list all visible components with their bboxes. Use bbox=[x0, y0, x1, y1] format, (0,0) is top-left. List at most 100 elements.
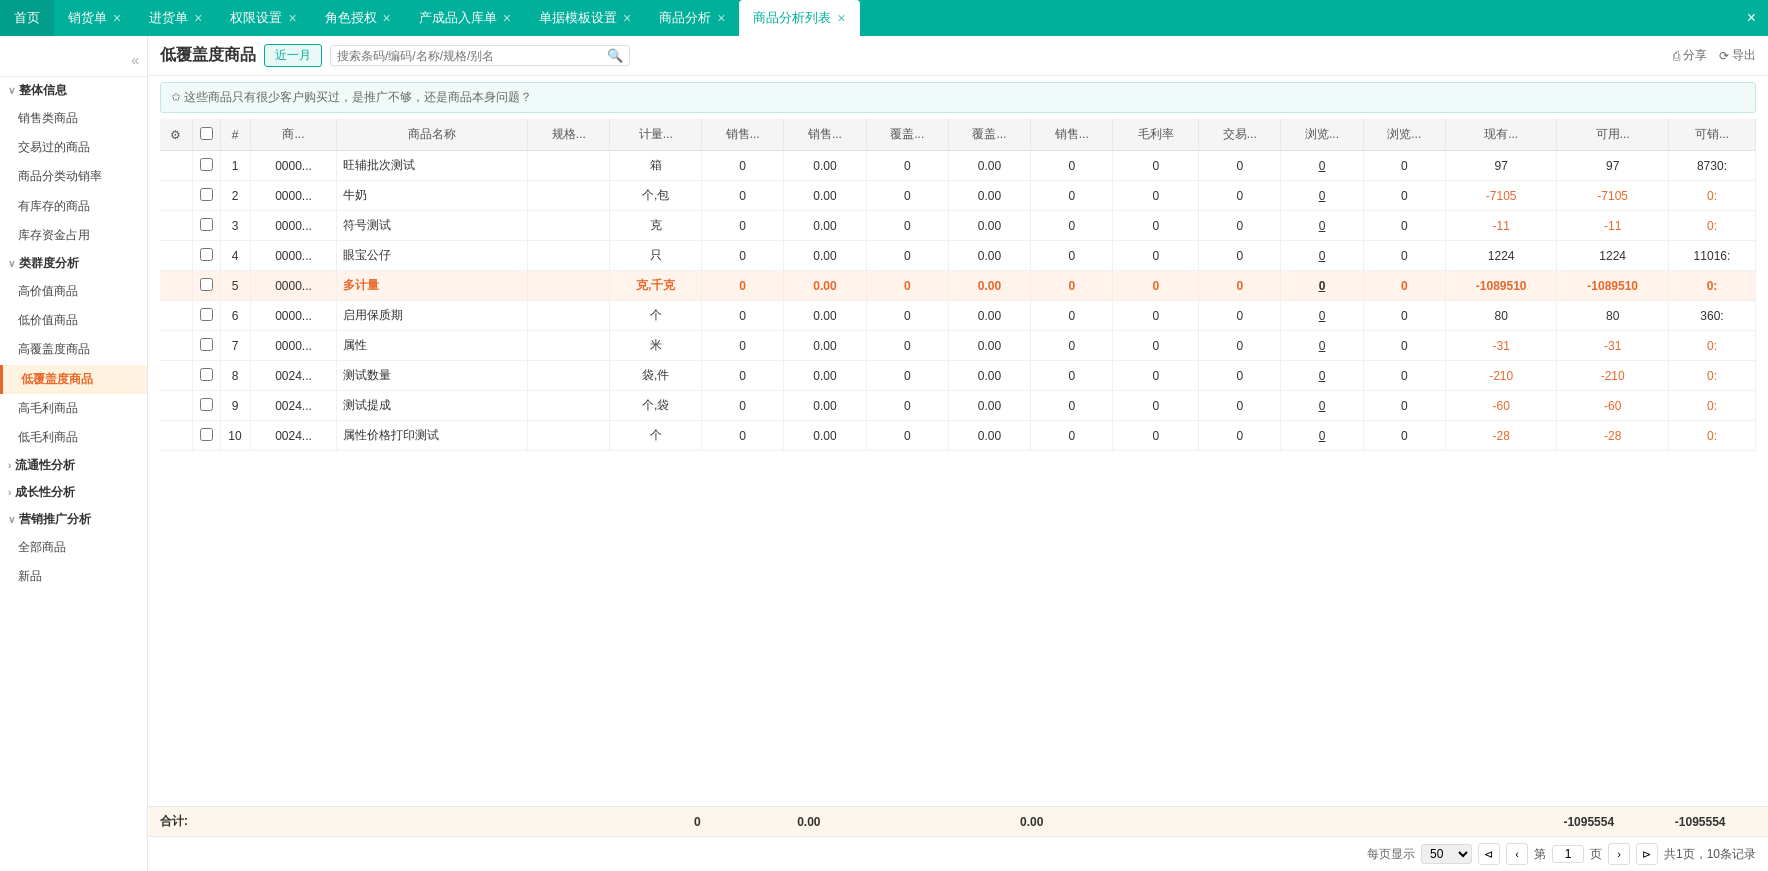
sidebar-section-overall[interactable]: ∨ 整体信息 bbox=[0, 77, 147, 104]
cell-sales3: 0 bbox=[1031, 271, 1113, 301]
cell-gross-margin: 0 bbox=[1113, 151, 1199, 181]
cell-browse1[interactable]: 0 bbox=[1281, 421, 1363, 451]
sidebar-item-high-value[interactable]: 高价值商品 bbox=[0, 277, 147, 306]
footer-empty5 bbox=[865, 815, 976, 829]
period-button[interactable]: 近一月 bbox=[264, 44, 322, 67]
nav-template-settings[interactable]: 单据模板设置 × bbox=[525, 0, 645, 36]
next-page-button[interactable]: › bbox=[1608, 843, 1630, 865]
nav-product-analysis[interactable]: 商品分析 × bbox=[645, 0, 739, 36]
nav-close-product-entry[interactable]: × bbox=[503, 0, 511, 36]
export-icon: ⟳ bbox=[1719, 49, 1729, 63]
cell-browse1[interactable]: 0 bbox=[1281, 271, 1363, 301]
cell-browse1[interactable]: 0 bbox=[1281, 241, 1363, 271]
data-table: ⚙ # 商... 商品名称 规格... 计量... 销售... 销售... 覆盖… bbox=[160, 119, 1756, 451]
cell-code: 0000... bbox=[250, 211, 337, 241]
content-header: 低覆盖度商品 近一月 🔍 ⎙ 分享 ⟳ 导出 bbox=[148, 36, 1768, 76]
column-sales-amount: 销售... bbox=[784, 119, 866, 151]
nav-product-entry[interactable]: 产成品入库单 × bbox=[405, 0, 525, 36]
sidebar-collapse-button[interactable]: « bbox=[0, 44, 147, 77]
sidebar-item-category-rate[interactable]: 商品分类动销率 bbox=[0, 162, 147, 191]
first-page-button[interactable]: ⊲ bbox=[1478, 843, 1500, 865]
sidebar-item-low-value[interactable]: 低价值商品 bbox=[0, 306, 147, 335]
sidebar-item-traded-goods[interactable]: 交易过的商品 bbox=[0, 133, 147, 162]
row-checkbox[interactable] bbox=[200, 188, 213, 201]
nav-purchase-order[interactable]: 进货单 × bbox=[135, 0, 216, 36]
column-name: 商品名称 bbox=[337, 119, 528, 151]
nav-close-product-analysis-list[interactable]: × bbox=[837, 0, 845, 36]
section-arrow-cluster: ∨ bbox=[8, 258, 15, 269]
nav-close-role-auth[interactable]: × bbox=[383, 0, 391, 36]
cell-sales-amount: 0.00 bbox=[784, 271, 866, 301]
sidebar-section-marketing[interactable]: ∨ 营销推广分析 bbox=[0, 506, 147, 533]
prev-page-button[interactable]: ‹ bbox=[1506, 843, 1528, 865]
sidebar-section-liquidity[interactable]: › 流通性分析 bbox=[0, 452, 147, 479]
nav-close-sales-order[interactable]: × bbox=[113, 0, 121, 36]
cell-spec bbox=[528, 421, 610, 451]
cell-sales-amount: 0.00 bbox=[784, 211, 866, 241]
share-button[interactable]: ⎙ 分享 bbox=[1673, 47, 1707, 64]
cell-available: -11 bbox=[1557, 211, 1669, 241]
cell-browse1[interactable]: 0 bbox=[1281, 391, 1363, 421]
cell-checkbox bbox=[192, 331, 220, 361]
row-checkbox[interactable] bbox=[200, 428, 213, 441]
sidebar-item-capital-usage[interactable]: 库存资金占用 bbox=[0, 221, 147, 250]
cell-browse1[interactable]: 0 bbox=[1281, 151, 1363, 181]
row-checkbox[interactable] bbox=[200, 368, 213, 381]
search-input[interactable] bbox=[337, 49, 607, 63]
cell-sellable: 0: bbox=[1668, 361, 1755, 391]
row-checkbox[interactable] bbox=[200, 338, 213, 351]
row-checkbox[interactable] bbox=[200, 158, 213, 171]
window-close-button[interactable]: × bbox=[1747, 9, 1768, 27]
cell-num: 9 bbox=[220, 391, 250, 421]
cell-browse1[interactable]: 0 bbox=[1281, 301, 1363, 331]
page-size-select[interactable]: 50 10 20 100 bbox=[1421, 844, 1472, 864]
last-page-button[interactable]: ⊳ bbox=[1636, 843, 1658, 865]
select-all-checkbox[interactable] bbox=[200, 127, 213, 140]
sidebar-item-high-coverage[interactable]: 高覆盖度商品 bbox=[0, 335, 147, 364]
nav-role-auth[interactable]: 角色授权 × bbox=[311, 0, 405, 36]
column-num: # bbox=[220, 119, 250, 151]
nav-sales-order[interactable]: 销货单 × bbox=[54, 0, 135, 36]
cell-browse2: 0 bbox=[1363, 361, 1445, 391]
sidebar-section-cluster[interactable]: ∨ 类群度分析 bbox=[0, 250, 147, 277]
cell-name: 眼宝公仔 bbox=[337, 241, 528, 271]
nav-close-template-settings[interactable]: × bbox=[623, 0, 631, 36]
column-settings[interactable]: ⚙ bbox=[160, 119, 192, 151]
sidebar-item-high-margin[interactable]: 高毛利商品 bbox=[0, 394, 147, 423]
nav-close-permission[interactable]: × bbox=[288, 0, 296, 36]
cell-gross-margin: 0 bbox=[1113, 421, 1199, 451]
sidebar-item-sales-goods[interactable]: 销售类商品 bbox=[0, 104, 147, 133]
nav-product-analysis-list[interactable]: 商品分析列表 × bbox=[739, 0, 859, 36]
cell-browse1[interactable]: 0 bbox=[1281, 331, 1363, 361]
sidebar-section-growth[interactable]: › 成长性分析 bbox=[0, 479, 147, 506]
cell-trade: 0 bbox=[1199, 361, 1281, 391]
main-layout: « ∨ 整体信息 销售类商品 交易过的商品 商品分类动销率 有库存的商品 库存资… bbox=[0, 36, 1768, 871]
nav-close-purchase-order[interactable]: × bbox=[194, 0, 202, 36]
cell-sales3: 0 bbox=[1031, 181, 1113, 211]
nav-home[interactable]: 首页 bbox=[0, 0, 54, 36]
sidebar-item-stock-goods[interactable]: 有库存的商品 bbox=[0, 192, 147, 221]
row-checkbox[interactable] bbox=[200, 278, 213, 291]
export-button[interactable]: ⟳ 导出 bbox=[1719, 47, 1756, 64]
row-checkbox[interactable] bbox=[200, 398, 213, 411]
cell-code: 0000... bbox=[250, 181, 337, 211]
sidebar-item-low-coverage[interactable]: 低覆盖度商品 bbox=[0, 365, 147, 394]
nav-close-product-analysis[interactable]: × bbox=[717, 0, 725, 36]
sidebar-item-all-goods[interactable]: 全部商品 bbox=[0, 533, 147, 562]
row-checkbox[interactable] bbox=[200, 218, 213, 231]
cell-browse1[interactable]: 0 bbox=[1281, 361, 1363, 391]
cell-browse1[interactable]: 0 bbox=[1281, 181, 1363, 211]
cell-current-stock: 1224 bbox=[1445, 241, 1557, 271]
cell-sales3: 0 bbox=[1031, 211, 1113, 241]
sidebar-item-low-margin[interactable]: 低毛利商品 bbox=[0, 423, 147, 452]
row-checkbox[interactable] bbox=[200, 308, 213, 321]
page-input[interactable] bbox=[1552, 845, 1584, 863]
sidebar-item-new-goods[interactable]: 新品 bbox=[0, 562, 147, 591]
cell-current-stock: 97 bbox=[1445, 151, 1557, 181]
cell-browse1[interactable]: 0 bbox=[1281, 211, 1363, 241]
cell-cover2: 0.00 bbox=[948, 301, 1030, 331]
nav-permission[interactable]: 权限设置 × bbox=[216, 0, 310, 36]
row-checkbox[interactable] bbox=[200, 248, 213, 261]
search-icon[interactable]: 🔍 bbox=[607, 48, 623, 63]
cell-code: 0024... bbox=[250, 391, 337, 421]
